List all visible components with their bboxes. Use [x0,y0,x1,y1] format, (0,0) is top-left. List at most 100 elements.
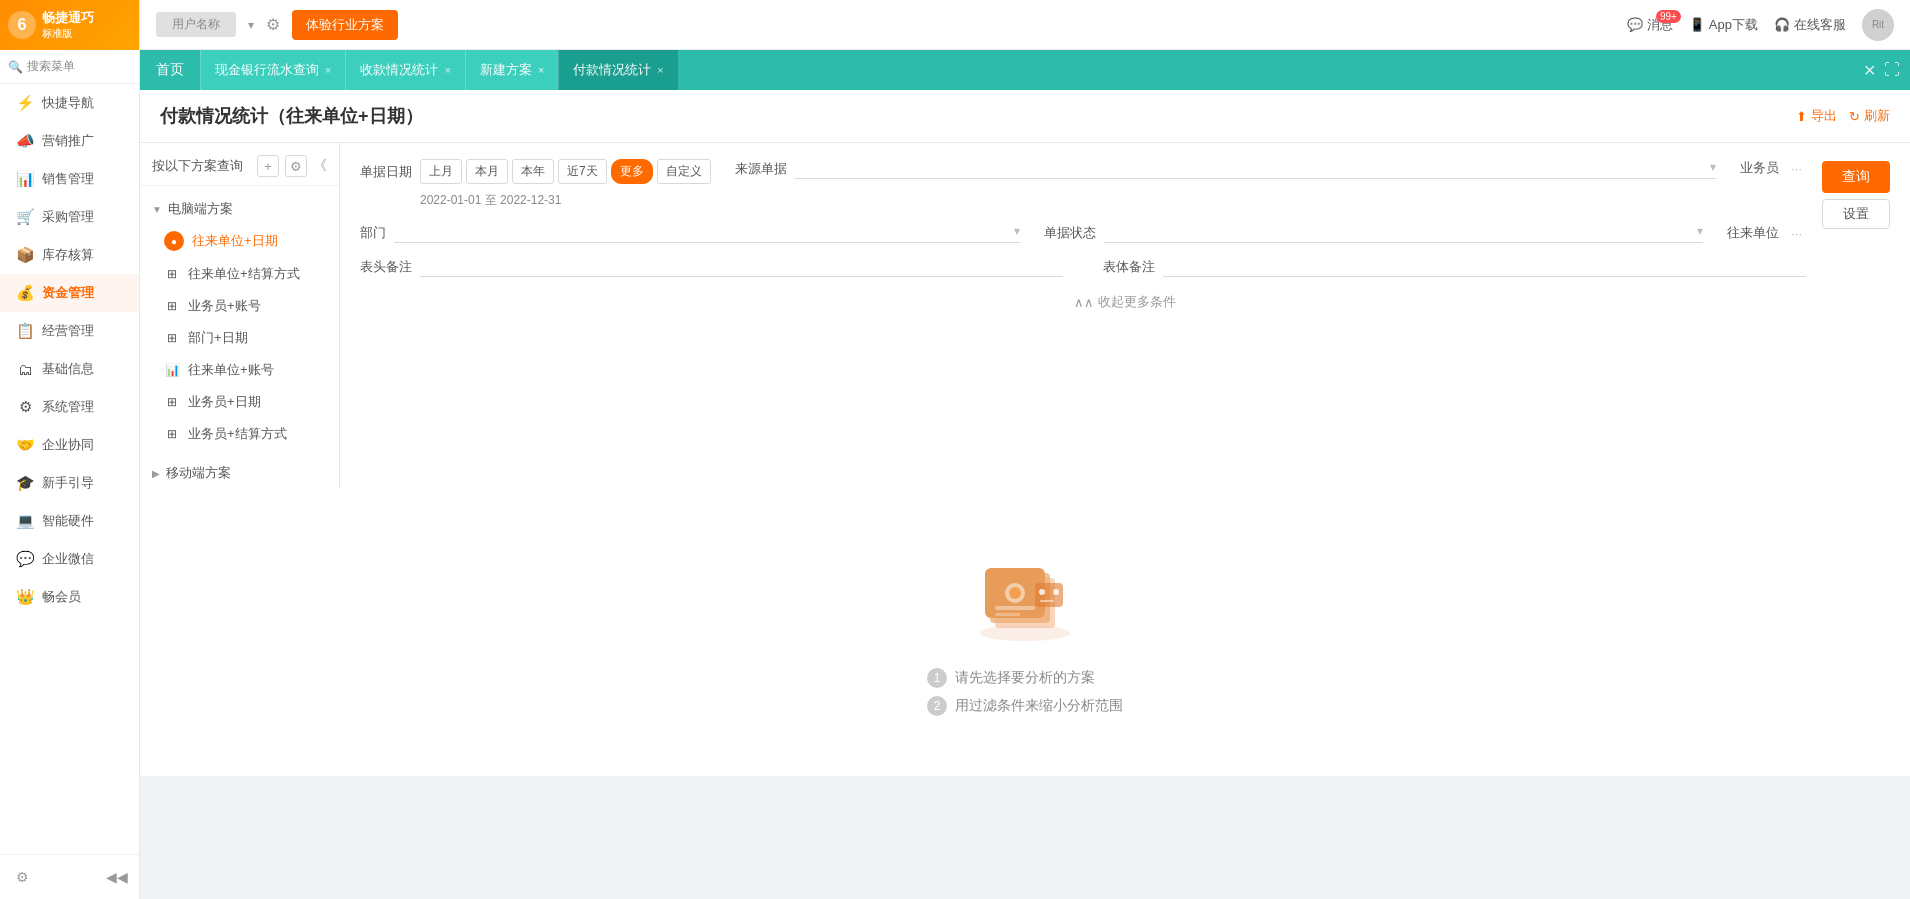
filter-settings-btn[interactable]: 设置 [1822,199,1890,229]
date-btn-last-month[interactable]: 上月 [420,159,462,184]
scheme-item-label: 往来单位+账号 [188,361,274,379]
notification-btn[interactable]: 💬 消息 99+ [1627,16,1673,34]
tab-receipts-close[interactable]: × [444,64,450,76]
sidebar-item-label: 资金管理 [42,284,94,302]
source-input-field[interactable] [795,159,1710,174]
grid-icon: ⊞ [164,298,180,314]
tab-new-scheme[interactable]: 新建方案 × [465,50,558,90]
close-tab-btn[interactable]: ✕ [1863,61,1876,80]
settings-gear[interactable]: ⚙ [266,15,280,34]
sidebar-item-purchase[interactable]: 🛒 采购管理 [0,198,139,236]
export-btn[interactable]: ⬆ 导出 [1796,107,1837,125]
refresh-btn[interactable]: ↻ 刷新 [1849,107,1890,125]
tab-home[interactable]: 首页 [140,50,200,90]
sidebar-item-guide[interactable]: 🎓 新手引导 [0,464,139,502]
sidebar-item-funds[interactable]: 💰 资金管理 [0,274,139,312]
partner-dots[interactable]: ··· [1787,226,1806,241]
empty-tip-1: 1 请先选择要分析的方案 [927,668,1123,688]
user-avatar[interactable]: Rit [1862,9,1894,41]
grid-icon: ⊞ [164,426,180,442]
scheme-item-dept-date[interactable]: ⊞ 部门+日期 [140,322,339,354]
scheme-mobile-group[interactable]: ▶ 移动端方案 [140,458,339,488]
query-btn-col: 查询 设置 [1822,159,1890,281]
date-btn-7days[interactable]: 近7天 [558,159,607,184]
guide-icon: 🎓 [16,474,34,492]
dept-input[interactable]: ▾ [394,223,1020,243]
scheme-item-staff-settlement[interactable]: ⊞ 业务员+结算方式 [140,418,339,450]
date-btn-this-year[interactable]: 本年 [512,159,554,184]
sidebar-item-operations[interactable]: 📋 经营管理 [0,312,139,350]
sidebar-item-sales[interactable]: 📊 销售管理 [0,160,139,198]
sidebar-item-marketing[interactable]: 📣 营销推广 [0,122,139,160]
scheme-item-partner-date[interactable]: ● 往来单位+日期 [140,224,339,258]
dept-input-field[interactable] [394,223,1014,238]
query-btn[interactable]: 查询 [1822,161,1890,193]
sidebar-item-label: 基础信息 [42,360,94,378]
tab-payments-close[interactable]: × [657,64,663,76]
grid-icon: ⊞ [164,266,180,282]
tab-receipts[interactable]: 收款情况统计 × [345,50,464,90]
marketing-icon: 📣 [16,132,34,150]
tab-new-scheme-close[interactable]: × [538,64,544,76]
scheme-item-partner-settlement[interactable]: ⊞ 往来单位+结算方式 [140,258,339,290]
sidebar-item-cooperation[interactable]: 🤝 企业协同 [0,426,139,464]
empty-tips: 1 请先选择要分析的方案 2 用过滤条件来缩小分析范围 [927,668,1123,716]
online-service-btn[interactable]: 🎧 在线客服 [1774,16,1846,34]
sidebar-item-inventory[interactable]: 📦 库存核算 [0,236,139,274]
note-row: 表头备注 表体备注 [360,257,1806,277]
header-note-input[interactable] [420,257,1063,277]
scheme-panel: 按以下方案查询 + ⚙ 《 ▼ [140,143,340,488]
date-btn-this-month[interactable]: 本月 [466,159,508,184]
header-note-field: 表头备注 [360,257,1063,277]
date-btn-more[interactable]: 更多 [611,159,653,184]
scheme-add-btn[interactable]: + [257,155,279,177]
sidebar-item-system[interactable]: ⚙ 系统管理 [0,388,139,426]
app-download-label: App下载 [1709,16,1758,34]
empty-tip-2: 2 用过滤条件来缩小分析范围 [927,696,1123,716]
app-download-btn[interactable]: 📱 App下载 [1689,16,1758,34]
doc-status-input-field[interactable] [1104,223,1698,238]
tabbar-controls: ✕ ⛶ [1853,61,1910,80]
sidebar-item-basic-info[interactable]: 🗂 基础信息 [0,350,139,388]
sidebar-item-label: 采购管理 [42,208,94,226]
scheme-desktop-group-header[interactable]: ▼ 电脑端方案 [140,194,339,224]
doc-status-input[interactable]: ▾ [1104,223,1704,243]
main-area: 用户名称 ▾ ⚙ 体验行业方案 💬 消息 99+ 📱 App下载 🎧 在线客服 … [140,0,1910,899]
settings-footer-btn[interactable]: ⚙ [8,863,36,891]
search-menu[interactable]: 🔍 搜索菜单 [0,50,139,84]
doc-status-label: 单据状态 [1044,224,1096,242]
partner-filter: 往来单位 ··· [1727,224,1806,242]
scheme-collapse-btn[interactable]: 《 [313,157,327,175]
date-options: 上月 本月 本年 近7天 更多 自定义 2022-01-01 至 2022-12… [420,159,711,209]
scheme-settings-btn[interactable]: ⚙ [285,155,307,177]
refresh-label: 刷新 [1864,107,1890,125]
sidebar-item-hardware[interactable]: 💻 智能硬件 [0,502,139,540]
staff-dots[interactable]: ··· [1787,161,1806,176]
system-icon: ⚙ [16,398,34,416]
collapse-sidebar-btn[interactable]: ◀◀ [103,863,131,891]
scheme-item-staff-account[interactable]: ⊞ 业务员+账号 [140,290,339,322]
trial-btn[interactable]: 体验行业方案 [292,10,398,40]
scheme-item-partner-account[interactable]: 📊 往来单位+账号 [140,354,339,386]
tip-num-2: 2 [927,696,947,716]
tab-cash-bank-close[interactable]: × [325,64,331,76]
sidebar-item-quick-nav[interactable]: ⚡ 快捷导航 [0,84,139,122]
body-note-field: 表体备注 [1103,257,1806,277]
sidebar-item-member[interactable]: 👑 畅会员 [0,578,139,616]
scheme-item-staff-date[interactable]: ⊞ 业务员+日期 [140,386,339,418]
export-icon: ⬆ [1796,109,1807,124]
sidebar-item-label: 企业协同 [42,436,94,454]
sidebar-item-wechat[interactable]: 💬 企业微信 [0,540,139,578]
date-btn-custom[interactable]: 自定义 [657,159,711,184]
phone-icon: 📱 [1689,17,1705,32]
tab-cash-bank[interactable]: 现金银行流水查询 × [200,50,345,90]
sales-icon: 📊 [16,170,34,188]
tab-payments[interactable]: 付款情况统计 × [558,50,677,90]
collapse-btn-row: ∧∧ 收起更多条件 [360,281,1890,315]
source-input[interactable]: ▾ [795,159,1716,179]
collapse-label: 收起更多条件 [1098,293,1176,311]
collapse-conditions-btn[interactable]: ∧∧ 收起更多条件 [1074,293,1176,311]
body-note-input[interactable] [1163,257,1806,277]
maximize-tab-btn[interactable]: ⛶ [1884,61,1900,79]
user-dropdown[interactable]: ▾ [248,18,254,32]
